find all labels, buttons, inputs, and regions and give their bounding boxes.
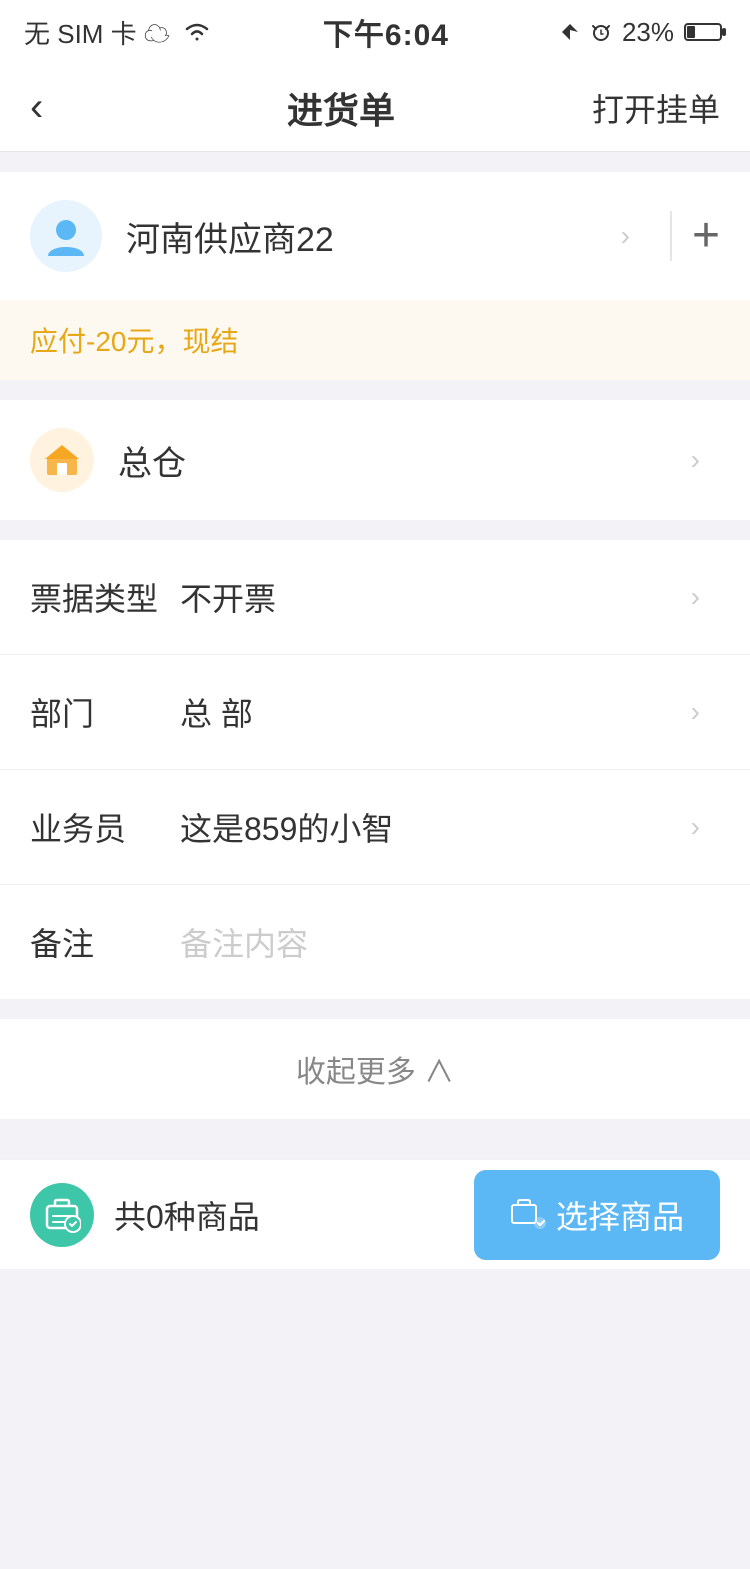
status-left: 无 SIM 卡 ☁ (24, 14, 212, 51)
salesman-label: 业务员 (30, 804, 160, 850)
supplier-section: 河南供应商22 › + 应付-20元，现结 (0, 172, 750, 380)
supplier-name: 河南供应商22 (126, 212, 621, 261)
warehouse-icon (30, 428, 94, 492)
warehouse-row[interactable]: 总仓 › (0, 400, 750, 520)
sim-status: 无 SIM 卡 ☁ (24, 14, 170, 51)
remark-input[interactable]: 备注内容 (180, 919, 720, 965)
salesman-value: 这是859的小智 (180, 804, 691, 850)
open-pending-button[interactable]: 打开挂单 (592, 85, 720, 131)
invoice-row[interactable]: 票据类型 不开票 › (0, 540, 750, 655)
remark-label: 备注 (30, 919, 160, 965)
supplier-row[interactable]: 河南供应商22 › + (0, 172, 750, 300)
dept-chevron-icon: › (691, 696, 700, 728)
dept-label: 部门 (30, 689, 160, 735)
vertical-divider (670, 211, 672, 261)
section-divider-1 (0, 152, 750, 172)
dept-row[interactable]: 部门 总 部 › (0, 655, 750, 770)
invoice-chevron-icon: › (691, 581, 700, 613)
wifi-icon (182, 21, 212, 43)
status-time: 下午6:04 (323, 10, 449, 54)
collapse-label: 收起更多 ∧ (296, 1047, 454, 1091)
invoice-label: 票据类型 (30, 574, 160, 620)
notice-bar: 应付-20元，现结 (0, 300, 750, 380)
supplier-avatar (30, 200, 102, 272)
add-button[interactable]: + (692, 212, 720, 260)
collapse-row[interactable]: 收起更多 ∧ (0, 1019, 750, 1119)
remark-row[interactable]: 备注 备注内容 (0, 885, 750, 999)
salesman-chevron-icon: › (691, 811, 700, 843)
select-product-button[interactable]: 选择商品 (474, 1170, 720, 1260)
cart-icon (510, 1197, 546, 1233)
page-title: 进货单 (287, 82, 395, 134)
section-divider-3 (0, 999, 750, 1019)
warehouse-name: 总仓 (118, 436, 691, 485)
dept-value: 总 部 (180, 689, 691, 735)
back-icon: ‹ (30, 85, 43, 129)
salesman-row[interactable]: 业务员 这是859的小智 › (0, 770, 750, 885)
status-right: 23% (560, 17, 726, 48)
battery-percent: 23% (622, 17, 674, 48)
warehouse-chevron-icon: › (691, 444, 700, 476)
location-icon (560, 22, 580, 42)
rest-area (0, 1269, 750, 1569)
product-count-text: 共0种商品 (114, 1192, 474, 1238)
alarm-icon (590, 21, 612, 43)
status-bar: 无 SIM 卡 ☁ 下午6:04 23% (0, 0, 750, 64)
form-section: 票据类型 不开票 › 部门 总 部 › 业务员 这是859的小智 › 备注 备注… (0, 540, 750, 999)
product-count-icon (30, 1183, 94, 1247)
select-product-label: 选择商品 (556, 1192, 684, 1238)
nav-bar: ‹ 进货单 打开挂单 (0, 64, 750, 152)
supplier-chevron-icon: › (621, 220, 630, 252)
invoice-value: 不开票 (180, 574, 691, 620)
bottom-toolbar: 共0种商品 选择商品 (0, 1159, 750, 1269)
section-divider-4 (0, 1119, 750, 1139)
section-divider-2 (0, 380, 750, 400)
battery-icon (684, 21, 726, 43)
back-button[interactable]: ‹ (30, 85, 90, 130)
warehouse-section: 总仓 › (0, 400, 750, 520)
